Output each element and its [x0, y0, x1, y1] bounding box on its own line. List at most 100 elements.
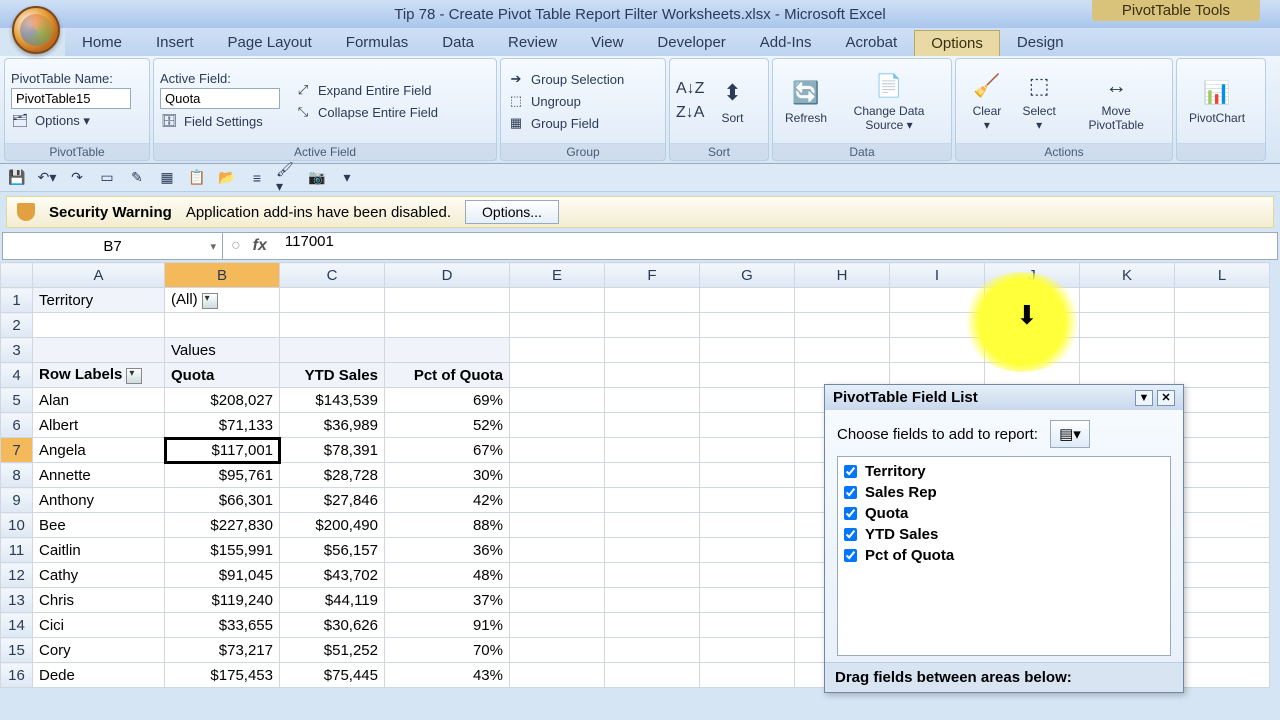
field-list-dropdown-icon[interactable]: ▼: [1135, 390, 1153, 406]
cell-G5[interactable]: [700, 388, 795, 413]
cell-L10[interactable]: [1175, 513, 1270, 538]
select-button[interactable]: ⬚Select ▾: [1012, 68, 1067, 134]
cell-F15[interactable]: [605, 638, 700, 663]
cell-F8[interactable]: [605, 463, 700, 488]
cell-G12[interactable]: [700, 563, 795, 588]
tab-view[interactable]: View: [574, 29, 640, 56]
field-checkbox-pct-of-quota[interactable]: [844, 549, 857, 562]
cell-D9[interactable]: 42%: [385, 488, 510, 513]
tab-page-layout[interactable]: Page Layout: [211, 29, 329, 56]
col-header-B[interactable]: B: [165, 263, 280, 288]
field-territory[interactable]: Territory: [844, 461, 1164, 482]
qat-btn-4[interactable]: 📋: [186, 167, 208, 189]
cell-G7[interactable]: [700, 438, 795, 463]
cell-G1[interactable]: [700, 288, 795, 313]
cell-B1[interactable]: (All): [165, 288, 280, 313]
pivotchart-button[interactable]: 📊PivotChart: [1183, 75, 1251, 127]
cell-I1[interactable]: [890, 288, 985, 313]
cell-I3[interactable]: [890, 338, 985, 363]
cell-E6[interactable]: [510, 413, 605, 438]
cell-B2[interactable]: [165, 313, 280, 338]
cell-C13[interactable]: $44,119: [280, 588, 385, 613]
field-checkbox-territory[interactable]: [844, 465, 857, 478]
qat-btn-3[interactable]: ▦: [156, 167, 178, 189]
cell-E4[interactable]: [510, 363, 605, 388]
cell-C16[interactable]: $75,445: [280, 663, 385, 688]
cell-B4[interactable]: Quota: [165, 363, 280, 388]
cell-E13[interactable]: [510, 588, 605, 613]
cell-E2[interactable]: [510, 313, 605, 338]
tab-data[interactable]: Data: [425, 29, 491, 56]
tab-developer[interactable]: Developer: [640, 29, 742, 56]
cell-D3[interactable]: [385, 338, 510, 363]
cell-J2[interactable]: [985, 313, 1080, 338]
cell-D15[interactable]: 70%: [385, 638, 510, 663]
cell-G4[interactable]: [700, 363, 795, 388]
cell-C11[interactable]: $56,157: [280, 538, 385, 563]
row-header-9[interactable]: 9: [1, 488, 33, 513]
field-list-layout-button[interactable]: ▤▾: [1050, 420, 1090, 448]
cell-B3[interactable]: Values: [165, 338, 280, 363]
row-header-10[interactable]: 10: [1, 513, 33, 538]
cell-B8[interactable]: $95,761: [165, 463, 280, 488]
row-header-6[interactable]: 6: [1, 413, 33, 438]
cell-A1[interactable]: Territory: [33, 288, 165, 313]
sort-za-icon[interactable]: Z↓A: [676, 104, 704, 122]
cell-E15[interactable]: [510, 638, 605, 663]
pivottable-name-input[interactable]: [11, 88, 131, 109]
cell-D10[interactable]: 88%: [385, 513, 510, 538]
cell-B6[interactable]: $71,133: [165, 413, 280, 438]
cell-G10[interactable]: [700, 513, 795, 538]
cell-D16[interactable]: 43%: [385, 663, 510, 688]
cell-D5[interactable]: 69%: [385, 388, 510, 413]
cell-L15[interactable]: [1175, 638, 1270, 663]
select-all-corner[interactable]: [1, 263, 33, 288]
cell-F9[interactable]: [605, 488, 700, 513]
cell-F14[interactable]: [605, 613, 700, 638]
cell-B14[interactable]: $33,655: [165, 613, 280, 638]
cell-C6[interactable]: $36,989: [280, 413, 385, 438]
cell-A12[interactable]: Cathy: [33, 563, 165, 588]
fx-icon[interactable]: fx: [253, 237, 267, 255]
cell-G6[interactable]: [700, 413, 795, 438]
cell-A13[interactable]: Chris: [33, 588, 165, 613]
cell-A8[interactable]: Annette: [33, 463, 165, 488]
qat-btn-6[interactable]: ≡: [246, 167, 268, 189]
row-header-11[interactable]: 11: [1, 538, 33, 563]
cell-C7[interactable]: $78,391: [280, 438, 385, 463]
cell-A6[interactable]: Albert: [33, 413, 165, 438]
cell-C5[interactable]: $143,539: [280, 388, 385, 413]
cell-C2[interactable]: [280, 313, 385, 338]
cell-A5[interactable]: Alan: [33, 388, 165, 413]
cell-G2[interactable]: [700, 313, 795, 338]
cell-F1[interactable]: [605, 288, 700, 313]
cell-E11[interactable]: [510, 538, 605, 563]
cell-C12[interactable]: $43,702: [280, 563, 385, 588]
cell-C8[interactable]: $28,728: [280, 463, 385, 488]
cell-C15[interactable]: $51,252: [280, 638, 385, 663]
field-checkbox-quota[interactable]: [844, 507, 857, 520]
row-header-1[interactable]: 1: [1, 288, 33, 313]
cell-A4[interactable]: Row Labels: [33, 363, 165, 388]
ungroup-button[interactable]: ⬚Ungroup: [507, 91, 624, 111]
save-icon[interactable]: 💾: [6, 167, 28, 189]
cell-E3[interactable]: [510, 338, 605, 363]
row-header-2[interactable]: 2: [1, 313, 33, 338]
cell-F13[interactable]: [605, 588, 700, 613]
tab-formulas[interactable]: Formulas: [329, 29, 426, 56]
cell-C14[interactable]: $30,626: [280, 613, 385, 638]
cell-D4[interactable]: Pct of Quota: [385, 363, 510, 388]
cell-K1[interactable]: [1080, 288, 1175, 313]
cell-E14[interactable]: [510, 613, 605, 638]
cell-D2[interactable]: [385, 313, 510, 338]
col-header-A[interactable]: A: [33, 263, 165, 288]
cell-L16[interactable]: [1175, 663, 1270, 688]
cell-G14[interactable]: [700, 613, 795, 638]
collapse-field-button[interactable]: ⤡Collapse Entire Field: [294, 102, 438, 122]
cell-F16[interactable]: [605, 663, 700, 688]
cell-L14[interactable]: [1175, 613, 1270, 638]
cell-D8[interactable]: 30%: [385, 463, 510, 488]
cell-D6[interactable]: 52%: [385, 413, 510, 438]
cell-L4[interactable]: [1175, 363, 1270, 388]
cell-C1[interactable]: [280, 288, 385, 313]
